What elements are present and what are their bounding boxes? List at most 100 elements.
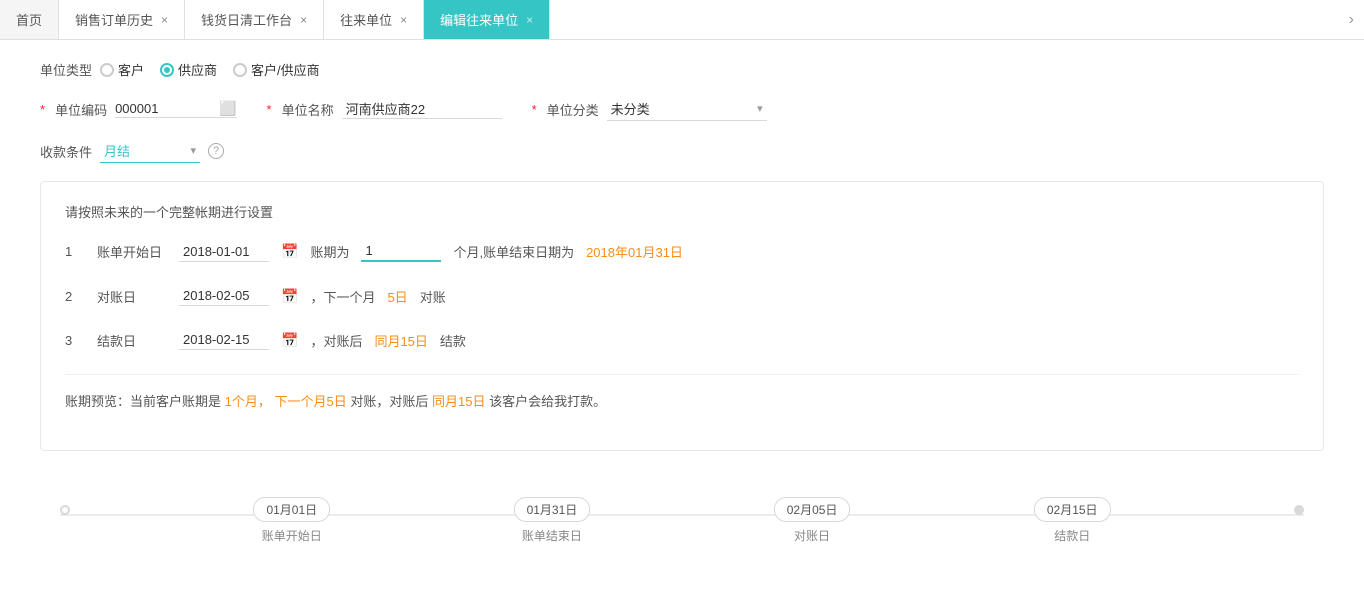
unit-code-input-wrapper: ⬜ — [115, 100, 236, 118]
setting-row-2-date[interactable] — [179, 286, 269, 306]
timeline-end-dot — [1294, 505, 1304, 515]
setting-row-1-cal-icon[interactable]: 📅 — [281, 243, 298, 260]
tab-home-label: 首页 — [16, 10, 42, 29]
unit-category-required: * — [532, 102, 537, 117]
setting-row-3-date[interactable] — [179, 330, 269, 350]
timeline-line — [60, 514, 1304, 515]
preview-payment-suffix: 该客户会给我打款。 — [489, 394, 606, 409]
unit-category-select[interactable]: 未分类 ▾ — [607, 97, 767, 121]
radio-supplier-circle — [160, 63, 174, 77]
tab-sales-order-history[interactable]: 销售订单历史 × — [59, 0, 185, 39]
unit-info-row: * 单位编码 ⬜ * 单位名称 * 单位分类 未分类 ▾ — [40, 97, 1324, 121]
settings-section: 请按照未来的一个完整帐期进行设置 1 账单开始日 📅 账期为 个月,账单结束日期… — [40, 181, 1324, 451]
unit-category-arrow-icon: ▾ — [757, 102, 763, 115]
tab-edit-partner[interactable]: 编辑往来单位 × — [424, 0, 550, 39]
preview-text: 账期预览：当前客户账期是 1个月， 下一个月5日 对账，对账后 同月15日 该客… — [65, 391, 1299, 410]
unit-name-input[interactable] — [342, 99, 502, 119]
radio-customer-supplier[interactable]: 客户/供应商 — [233, 60, 320, 79]
unit-code-required: * — [40, 102, 45, 117]
radio-supplier-label: 供应商 — [178, 60, 217, 79]
setting-row-1-date[interactable] — [179, 242, 269, 262]
payment-terms-value: 月结 — [104, 141, 130, 160]
unit-type-group: 单位类型 客户 供应商 客户/供应商 — [40, 60, 320, 79]
unit-category-label: 单位分类 — [547, 100, 599, 119]
tab-cash-work[interactable]: 钱货日清工作台 × — [185, 0, 324, 39]
unit-code-copy-icon[interactable]: ⬜ — [219, 100, 236, 117]
tab-sales-order-history-close[interactable]: × — [161, 13, 168, 27]
timeline-badge-3: 02月05日 — [774, 497, 851, 522]
setting-row-3-highlight: 同月15日 — [374, 331, 427, 350]
payment-terms-select[interactable]: 月结 ▾ — [100, 139, 200, 163]
timeline-label-4: 结款日 — [1054, 527, 1090, 544]
unit-code-input[interactable] — [115, 101, 215, 116]
setting-row-1-unit: 个月,账单结束日期为 — [453, 242, 574, 261]
tab-more-arrow[interactable]: › — [1339, 0, 1364, 39]
unit-code-label: 单位编码 — [55, 100, 107, 119]
setting-row-3-suffix2: 结款 — [440, 331, 466, 350]
tab-sales-order-history-label: 销售订单历史 — [75, 10, 153, 29]
tab-partner-units[interactable]: 往来单位 × — [324, 0, 424, 39]
timeline-section: 01月01日 账单开始日 01月31日 账单结束日 02月05日 对账日 02月… — [40, 461, 1324, 552]
unit-name-required: * — [267, 102, 272, 117]
setting-row-2-cal-icon[interactable]: 📅 — [281, 288, 298, 305]
unit-name-label: 单位名称 — [282, 100, 334, 119]
setting-row-1: 1 账单开始日 📅 账期为 个月,账单结束日期为 2018年01月31日 — [65, 241, 1299, 262]
preview-reconcile-suffix: 对账，对账后 — [350, 394, 428, 409]
unit-type-row: 单位类型 客户 供应商 客户/供应商 — [40, 60, 1324, 79]
setting-row-2-highlight: 5日 — [387, 287, 407, 306]
timeline-badge-1: 01月01日 — [253, 497, 330, 522]
timeline-label-1: 账单开始日 — [262, 527, 322, 544]
timeline-node-1: 01月01日 账单开始日 — [253, 497, 330, 522]
timeline: 01月01日 账单开始日 01月31日 账单结束日 02月05日 对账日 02月… — [60, 477, 1304, 552]
divider — [65, 374, 1299, 375]
setting-row-2-field: 对账日 — [97, 287, 167, 306]
preview-reconcile: 下一个月5日 — [275, 394, 347, 409]
radio-customer-circle — [100, 63, 114, 77]
radio-customer[interactable]: 客户 — [100, 60, 144, 79]
timeline-node-2: 01月31日 账单结束日 — [514, 497, 591, 522]
setting-row-1-mid: 账期为 — [310, 242, 349, 261]
unit-category-value: 未分类 — [611, 99, 650, 118]
tab-edit-partner-close[interactable]: × — [526, 13, 533, 27]
unit-category-group: * 单位分类 未分类 ▾ — [532, 97, 767, 121]
timeline-badge-4: 02月15日 — [1034, 497, 1111, 522]
tab-bar: 首页 销售订单历史 × 钱货日清工作台 × 往来单位 × 编辑往来单位 × › — [0, 0, 1364, 40]
preview-period: 1个月， — [225, 394, 271, 409]
payment-terms-label: 收款条件 — [40, 142, 92, 161]
radio-group-unit-type: 客户 供应商 客户/供应商 — [100, 60, 320, 79]
setting-row-1-end-date: 2018年01月31日 — [586, 242, 683, 261]
setting-row-1-num: 1 — [65, 244, 85, 259]
help-icon[interactable]: ? — [208, 143, 224, 159]
tab-edit-partner-label: 编辑往来单位 — [440, 10, 518, 29]
setting-row-2-num: 2 — [65, 289, 85, 304]
payment-terms-row: 收款条件 月结 ▾ ? — [40, 139, 1324, 163]
setting-row-1-field: 账单开始日 — [97, 242, 167, 261]
preview-label: 账期预览：当前客户账期是 — [65, 394, 221, 409]
tab-partner-units-close[interactable]: × — [400, 13, 407, 27]
preview-payment: 同月15日 — [432, 394, 485, 409]
payment-terms-arrow-icon: ▾ — [190, 144, 196, 157]
radio-supplier[interactable]: 供应商 — [160, 60, 217, 79]
radio-customer-label: 客户 — [118, 60, 144, 79]
payment-terms-group: 收款条件 月结 ▾ ? — [40, 139, 224, 163]
setting-row-2: 2 对账日 📅 ，下一个月 5日 对账 — [65, 286, 1299, 306]
period-input[interactable] — [361, 241, 441, 262]
tab-home[interactable]: 首页 — [0, 0, 59, 39]
timeline-label-2: 账单结束日 — [522, 527, 582, 544]
setting-row-3-cal-icon[interactable]: 📅 — [281, 332, 298, 349]
main-content: 单位类型 客户 供应商 客户/供应商 * 单位编码 — [0, 40, 1364, 608]
timeline-start-dot — [60, 505, 70, 515]
radio-customer-supplier-circle — [233, 63, 247, 77]
tab-cash-work-close[interactable]: × — [300, 13, 307, 27]
tab-cash-work-label: 钱货日清工作台 — [201, 10, 292, 29]
setting-row-3-field: 结款日 — [97, 331, 167, 350]
setting-row-3-num: 3 — [65, 333, 85, 348]
setting-row-3: 3 结款日 📅 ，对账后 同月15日 结款 — [65, 330, 1299, 350]
tab-partner-units-label: 往来单位 — [340, 10, 392, 29]
radio-customer-supplier-label: 客户/供应商 — [251, 60, 320, 79]
setting-row-3-suffix: ，对账后 — [310, 331, 362, 350]
timeline-node-3: 02月05日 对账日 — [774, 497, 851, 522]
setting-row-2-suffix: ，下一个月 — [310, 287, 375, 306]
settings-description: 请按照未来的一个完整帐期进行设置 — [65, 202, 1299, 221]
unit-type-label: 单位类型 — [40, 60, 92, 79]
